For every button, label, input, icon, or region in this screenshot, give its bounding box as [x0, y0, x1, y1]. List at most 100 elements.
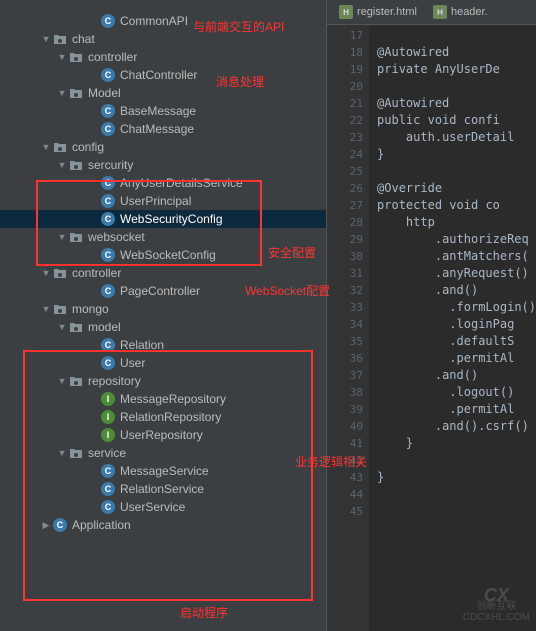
editor-panel: H register.html H header. 17181920212223…: [326, 0, 536, 631]
tree-item[interactable]: C BaseMessage: [0, 102, 326, 120]
tree-item[interactable]: I MessageRepository: [0, 390, 326, 408]
tree-item-label: repository: [88, 374, 141, 388]
package-icon: [52, 265, 68, 281]
tree-item-label: User: [120, 356, 145, 370]
package-icon: [52, 139, 68, 155]
tree-item[interactable]: I UserRepository: [0, 426, 326, 444]
class-icon: C: [100, 67, 116, 83]
expand-arrow-icon[interactable]: ▼: [40, 304, 52, 314]
package-icon: [68, 319, 84, 335]
tab-register[interactable]: H register.html: [331, 1, 425, 23]
tree-item[interactable]: ▼ repository: [0, 372, 326, 390]
interface-icon: I: [100, 391, 116, 407]
annotation: 与前端交互的API: [193, 18, 284, 35]
tree-item-label: MessageService: [120, 464, 209, 478]
tree-item-label: BaseMessage: [120, 104, 196, 118]
class-icon: C: [100, 463, 116, 479]
tree-item[interactable]: ▼ controller: [0, 48, 326, 66]
tree-item-label: ChatController: [120, 68, 197, 82]
project-tree[interactable]: CCommonAPI▼chat▼controllerCChatControlle…: [0, 0, 326, 631]
class-icon: C: [100, 481, 116, 497]
tree-item-label: CommonAPI: [120, 14, 188, 28]
expand-arrow-icon[interactable]: ▼: [40, 142, 52, 152]
class-icon: C: [100, 103, 116, 119]
expand-arrow-icon[interactable]: ▼: [56, 52, 68, 62]
interface-icon: I: [100, 427, 116, 443]
tree-item-label: ChatMessage: [120, 122, 194, 136]
tree-item-label: Model: [88, 86, 121, 100]
tree-item[interactable]: IRelationRepository: [0, 408, 326, 426]
tab-label: register.html: [357, 6, 417, 18]
code-content[interactable]: @Autowired private AnyUserDe @Autowired …: [369, 25, 536, 631]
class-icon: C: [100, 175, 116, 191]
tree-item-label: controller: [88, 50, 137, 64]
tree-item[interactable]: CAnyUserDetailsService: [0, 174, 326, 192]
class-icon: C: [100, 193, 116, 209]
class-icon: C: [100, 13, 116, 29]
package-icon: [68, 49, 84, 65]
expand-arrow-icon[interactable]: ▼: [40, 268, 52, 278]
tree-item[interactable]: ▼ model: [0, 318, 326, 336]
tree-item[interactable]: CUserPrincipal: [0, 192, 326, 210]
tree-item[interactable]: CUser: [0, 354, 326, 372]
tree-item-label: WebSocketConfig: [120, 248, 216, 262]
expand-arrow-icon[interactable]: ▶: [40, 520, 52, 531]
tree-item[interactable]: ▼ Model: [0, 84, 326, 102]
expand-arrow-icon[interactable]: ▼: [56, 160, 68, 170]
tree-item[interactable]: C ChatController: [0, 66, 326, 84]
tree-item[interactable]: ▶C Application: [0, 516, 326, 534]
tree-item[interactable]: ▼service: [0, 444, 326, 462]
package-icon: [68, 445, 84, 461]
tree-item[interactable]: C WebSecurityConfig: [0, 210, 326, 228]
tree-item-label: UserRepository: [120, 428, 203, 442]
code-area[interactable]: 1718192021222324252627282930313233343536…: [327, 25, 536, 631]
tree-item[interactable]: ▼ config: [0, 138, 326, 156]
class-icon: C: [100, 337, 116, 353]
expand-arrow-icon[interactable]: ▼: [56, 322, 68, 332]
annotation: 安全配置: [268, 244, 316, 261]
package-icon: [52, 301, 68, 317]
tree-item-label: WebSecurityConfig: [120, 212, 223, 226]
package-icon: [68, 157, 84, 173]
annotation: 启动程序: [180, 604, 228, 621]
tab-header[interactable]: H header.: [425, 1, 496, 23]
tree-item[interactable]: ▼ sercurity: [0, 156, 326, 174]
editor-tabs[interactable]: H register.html H header.: [327, 0, 536, 25]
tree-item[interactable]: CRelation: [0, 336, 326, 354]
tab-label: header.: [451, 6, 488, 18]
package-icon: [68, 373, 84, 389]
expand-arrow-icon[interactable]: ▼: [40, 34, 52, 44]
tree-item-label: UserService: [120, 500, 185, 514]
expand-arrow-icon[interactable]: ▼: [56, 448, 68, 458]
class-icon: C: [100, 283, 116, 299]
package-icon: [68, 85, 84, 101]
class-icon: C: [100, 247, 116, 263]
tree-item-label: sercurity: [88, 158, 133, 172]
expand-arrow-icon[interactable]: ▼: [56, 88, 68, 98]
tree-item-label: mongo: [72, 302, 109, 316]
tree-item-label: websocket: [88, 230, 145, 244]
tree-item-label: MessageRepository: [120, 392, 226, 406]
class-icon: C: [100, 499, 116, 515]
tree-item[interactable]: ▼ mongo: [0, 300, 326, 318]
annotation: 消息处理: [216, 73, 264, 90]
expand-arrow-icon[interactable]: ▼: [56, 232, 68, 242]
tree-item[interactable]: C UserService: [0, 498, 326, 516]
expand-arrow-icon[interactable]: ▼: [56, 376, 68, 386]
tree-item[interactable]: C RelationService: [0, 480, 326, 498]
annotation: WebSocket配置: [245, 282, 330, 299]
tree-item[interactable]: CChatMessage: [0, 120, 326, 138]
tree-item-label: Application: [72, 518, 131, 532]
package-icon: [52, 31, 68, 47]
tree-item[interactable]: ▼ controller: [0, 264, 326, 282]
package-icon: [68, 229, 84, 245]
interface-icon: I: [100, 409, 116, 425]
tree-item-label: config: [72, 140, 104, 154]
tree-item-label: model: [88, 320, 121, 334]
tree-item-label: RelationService: [120, 482, 204, 496]
tree-item-label: controller: [72, 266, 121, 280]
watermark: CX 创新互联 CDCXHL.COM: [463, 590, 530, 623]
tree-item[interactable]: C MessageService: [0, 462, 326, 480]
class-icon: C: [100, 211, 116, 227]
class-icon: C: [52, 517, 68, 533]
